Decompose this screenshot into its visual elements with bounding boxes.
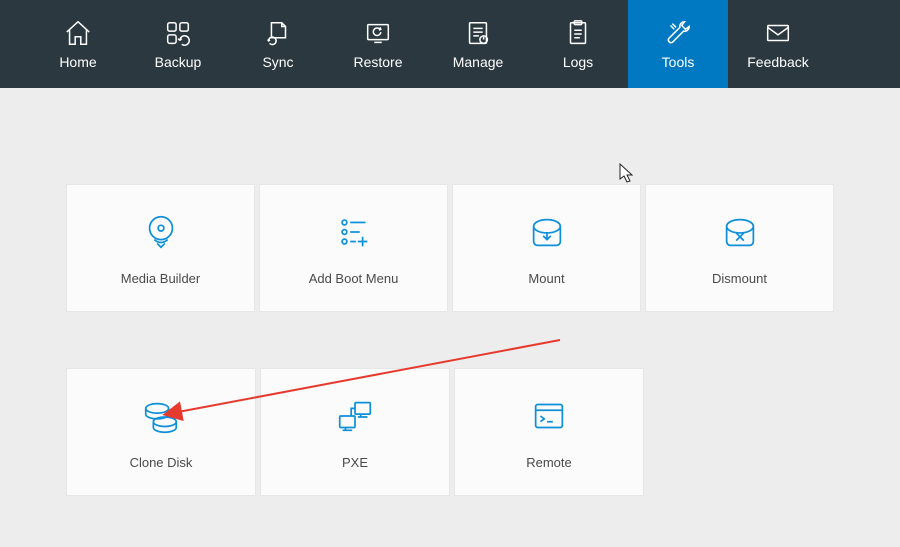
tools-row-2: Clone Disk PXE — [66, 368, 834, 496]
manage-icon — [463, 18, 493, 48]
nav-label: Home — [59, 54, 96, 70]
tile-add-boot-menu[interactable]: Add Boot Menu — [259, 184, 448, 312]
tile-label: Mount — [528, 271, 564, 286]
tools-panel: Media Builder Add Boot Menu — [0, 88, 900, 496]
tools-row-1: Media Builder Add Boot Menu — [66, 184, 834, 312]
mount-icon — [526, 211, 568, 253]
top-nav: Home Backup Sync — [0, 0, 900, 88]
nav-item-tools[interactable]: Tools — [628, 0, 728, 88]
nav-label: Restore — [353, 54, 402, 70]
restore-icon — [363, 18, 393, 48]
tile-pxe[interactable]: PXE — [260, 368, 450, 496]
tile-label: Clone Disk — [130, 455, 193, 470]
tile-label: Add Boot Menu — [309, 271, 399, 286]
home-icon — [63, 18, 93, 48]
nav-item-feedback[interactable]: Feedback — [728, 0, 828, 88]
tile-label: Remote — [526, 455, 572, 470]
nav-item-restore[interactable]: Restore — [328, 0, 428, 88]
tile-label: Dismount — [712, 271, 767, 286]
feedback-icon — [763, 18, 793, 48]
clone-disk-icon — [140, 395, 182, 437]
nav-label: Manage — [453, 54, 504, 70]
nav-label: Feedback — [747, 54, 808, 70]
add-boot-menu-icon — [333, 211, 375, 253]
nav-label: Sync — [262, 54, 293, 70]
nav-item-backup[interactable]: Backup — [128, 0, 228, 88]
tile-dismount[interactable]: Dismount — [645, 184, 834, 312]
logs-icon — [563, 18, 593, 48]
tile-label: Media Builder — [121, 271, 201, 286]
nav-item-home[interactable]: Home — [28, 0, 128, 88]
dismount-icon — [719, 211, 761, 253]
tile-clone-disk[interactable]: Clone Disk — [66, 368, 256, 496]
sync-icon — [263, 18, 293, 48]
backup-icon — [163, 18, 193, 48]
nav-label: Logs — [563, 54, 593, 70]
nav-item-sync[interactable]: Sync — [228, 0, 328, 88]
nav-label: Backup — [155, 54, 202, 70]
nav-spacer — [0, 0, 28, 88]
nav-item-logs[interactable]: Logs — [528, 0, 628, 88]
media-builder-icon — [140, 211, 182, 253]
tile-remote[interactable]: Remote — [454, 368, 644, 496]
nav-label: Tools — [662, 54, 695, 70]
pxe-icon — [334, 395, 376, 437]
tile-media-builder[interactable]: Media Builder — [66, 184, 255, 312]
tile-label: PXE — [342, 455, 368, 470]
remote-icon — [528, 395, 570, 437]
tools-icon — [663, 18, 693, 48]
nav-item-manage[interactable]: Manage — [428, 0, 528, 88]
tile-mount[interactable]: Mount — [452, 184, 641, 312]
